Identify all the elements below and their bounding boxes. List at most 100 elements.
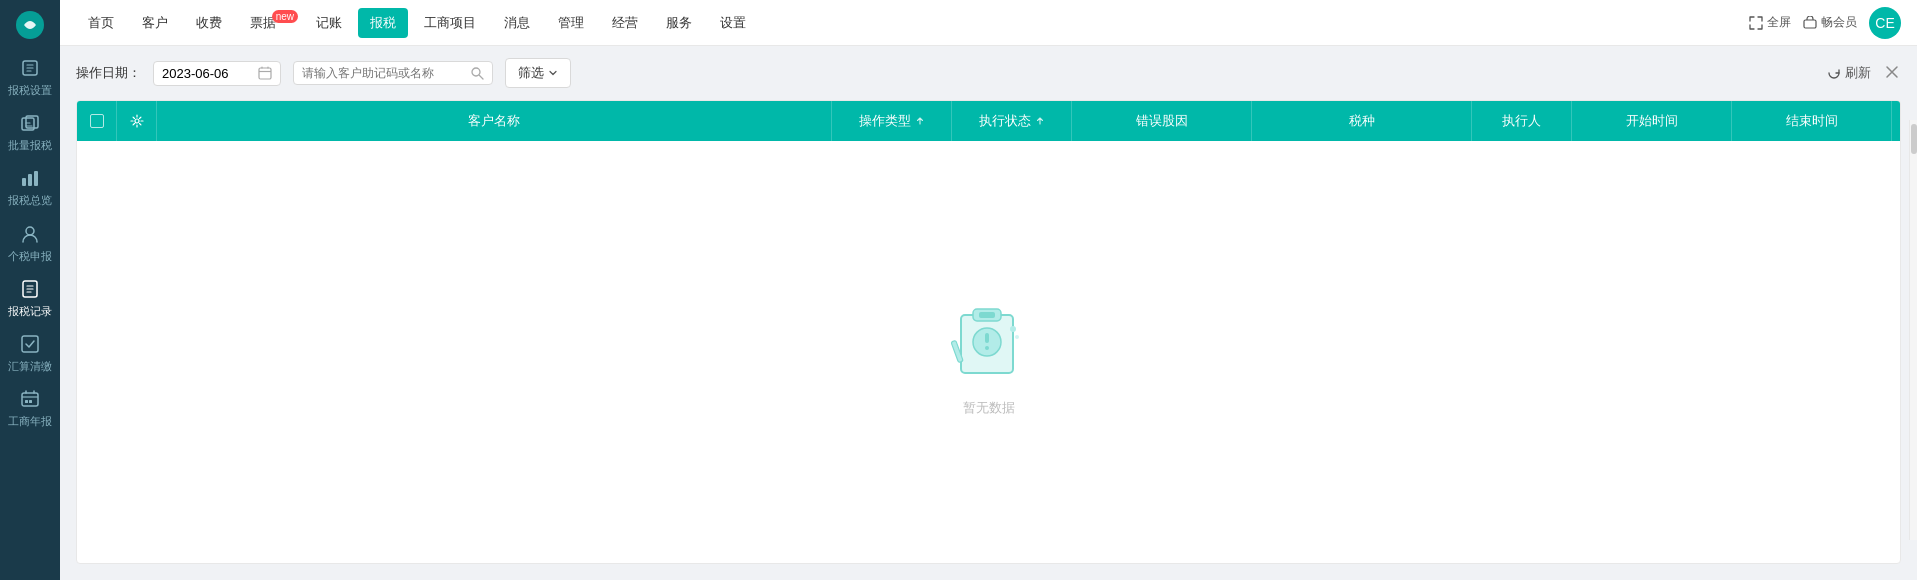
refresh-label: 刷新 <box>1845 64 1871 82</box>
nav-item-fuwu[interactable]: 服务 <box>654 8 704 38</box>
nav-label-fuwu: 服务 <box>666 14 692 32</box>
sort-status-icon <box>1035 116 1045 126</box>
nav-label-baoshui: 报税 <box>370 14 396 32</box>
svg-rect-10 <box>22 393 38 406</box>
search-wrapper[interactable] <box>293 61 493 85</box>
svg-point-16 <box>135 119 139 123</box>
svg-rect-22 <box>985 346 989 350</box>
sidebar-item-label: 批量报税 <box>8 139 52 152</box>
svg-point-15 <box>472 68 480 76</box>
th-errorreason: 错误股因 <box>1072 101 1252 141</box>
nav-label-client: 客户 <box>142 14 168 32</box>
nav-item-baoshui[interactable]: 报税 <box>358 8 408 38</box>
date-input-wrapper[interactable] <box>153 61 281 86</box>
nav-item-piaoju[interactable]: 票据 new <box>238 8 300 38</box>
nav-item-client[interactable]: 客户 <box>130 8 180 38</box>
content: 操作日期： 筛选 <box>60 46 1917 580</box>
filter-bar: 操作日期： 筛选 <box>60 46 1917 100</box>
sidebar-item-huisuan-jiaona[interactable]: 汇算清缴 <box>0 326 60 381</box>
nav-item-jingying[interactable]: 经营 <box>600 8 650 38</box>
empty-illustration <box>939 287 1039 387</box>
sidebar-item-baoshui-shezhi[interactable]: 报税设置 <box>0 50 60 105</box>
nav-item-gongshang[interactable]: 工商项目 <box>412 8 488 38</box>
sidebar-item-gongshang-nianbao[interactable]: 工商年报 <box>0 381 60 436</box>
member-label: 畅会员 <box>1821 14 1857 31</box>
user-avatar[interactable]: CE <box>1869 7 1901 39</box>
th-starttime: 开始时间 <box>1572 101 1732 141</box>
nav-item-guanli[interactable]: 管理 <box>546 8 596 38</box>
member-icon <box>1803 16 1817 30</box>
nav-label-jingying: 经营 <box>612 14 638 32</box>
nav-label-home: 首页 <box>88 14 114 32</box>
th-setting[interactable] <box>117 101 157 141</box>
nav-label-jizhang: 记账 <box>316 14 342 32</box>
table-wrapper: 客户名称 操作类型 执行状态 错误股因 <box>76 100 1901 564</box>
sidebar-item-label: 报税总览 <box>8 194 52 207</box>
th-client-label: 客户名称 <box>468 112 520 130</box>
fullscreen-label: 全屏 <box>1767 14 1791 31</box>
sidebar-item-label: 汇算清缴 <box>8 360 52 373</box>
svg-rect-11 <box>25 400 28 403</box>
huisuan-icon <box>20 334 40 357</box>
sidebar-item-label: 报税记录 <box>8 305 52 318</box>
topnav-items: 首页 客户 收费 票据 new 记账 报税 工商项目 消息 <box>76 8 1749 38</box>
select-all-checkbox[interactable] <box>90 114 104 128</box>
sidebar-item-baoshui-zonlan[interactable]: 报税总览 <box>0 160 60 215</box>
svg-rect-19 <box>979 312 995 318</box>
sidebar-item-piliang-baoshui[interactable]: 批量报税 <box>0 105 60 160</box>
th-errorreason-label: 错误股因 <box>1136 112 1188 130</box>
svg-rect-4 <box>22 178 26 186</box>
svg-rect-9 <box>22 336 38 352</box>
table-header: 客户名称 操作类型 执行状态 错误股因 <box>77 101 1900 141</box>
filter-label-text: 筛选 <box>518 64 544 82</box>
fullscreen-btn[interactable]: 全屏 <box>1749 14 1791 31</box>
baoshui-shezhi-icon <box>20 58 40 81</box>
refresh-button[interactable]: 刷新 <box>1827 64 1871 82</box>
table-body: 暂无数据 <box>77 141 1900 563</box>
nav-label-gongshang: 工商项目 <box>424 14 476 32</box>
sidebar-logo <box>0 0 60 50</box>
search-input[interactable] <box>302 66 464 80</box>
filter-button[interactable]: 筛选 <box>505 58 571 88</box>
th-checkbox[interactable] <box>77 101 117 141</box>
nav-item-jizhang[interactable]: 记账 <box>304 8 354 38</box>
nav-item-shezhi[interactable]: 设置 <box>708 8 758 38</box>
svg-rect-14 <box>259 68 271 79</box>
th-client: 客户名称 <box>157 101 832 141</box>
search-icon <box>470 66 484 80</box>
nav-item-xiaoxi[interactable]: 消息 <box>492 8 542 38</box>
setting-icon <box>130 114 144 128</box>
nav-item-shoufei[interactable]: 收费 <box>184 8 234 38</box>
svg-rect-6 <box>34 171 38 186</box>
nav-label-guanli: 管理 <box>558 14 584 32</box>
th-endtime: 结束时间 <box>1732 101 1892 141</box>
zonlan-icon <box>20 168 40 191</box>
th-taxtype-label: 税种 <box>1349 112 1375 130</box>
sidebar-item-label: 个税申报 <box>8 250 52 263</box>
jilu-icon <box>20 279 40 302</box>
fullscreen-icon <box>1749 16 1763 30</box>
member-btn[interactable]: 畅会员 <box>1803 14 1857 31</box>
svg-rect-21 <box>985 333 989 343</box>
topnav-right: 全屏 畅会员 CE <box>1749 7 1901 39</box>
svg-rect-5 <box>28 174 32 186</box>
svg-point-7 <box>26 227 34 235</box>
main-wrapper: 首页 客户 收费 票据 new 记账 报税 工商项目 消息 <box>60 0 1917 580</box>
svg-rect-12 <box>29 400 32 403</box>
nav-item-home[interactable]: 首页 <box>76 8 126 38</box>
nav-badge-piaoju: new <box>272 10 298 23</box>
chevron-down-icon <box>548 68 558 78</box>
sidebar-item-geshui-shenbao[interactable]: 个税申报 <box>0 216 60 271</box>
date-label: 操作日期： <box>76 64 141 82</box>
th-starttime-label: 开始时间 <box>1626 112 1678 130</box>
th-executor: 执行人 <box>1472 101 1572 141</box>
close-button[interactable] <box>1883 63 1901 84</box>
sidebar-item-baoshui-jilu[interactable]: 报税记录 <box>0 271 60 326</box>
th-optype[interactable]: 操作类型 <box>832 101 952 141</box>
th-endtime-label: 结束时间 <box>1786 112 1838 130</box>
date-input[interactable] <box>162 66 252 81</box>
th-status[interactable]: 执行状态 <box>952 101 1072 141</box>
sidebar: 报税设置 批量报税 报税总览 个税申报 <box>0 0 60 580</box>
sidebar-item-label: 报税设置 <box>8 84 52 97</box>
nav-label-xiaoxi: 消息 <box>504 14 530 32</box>
